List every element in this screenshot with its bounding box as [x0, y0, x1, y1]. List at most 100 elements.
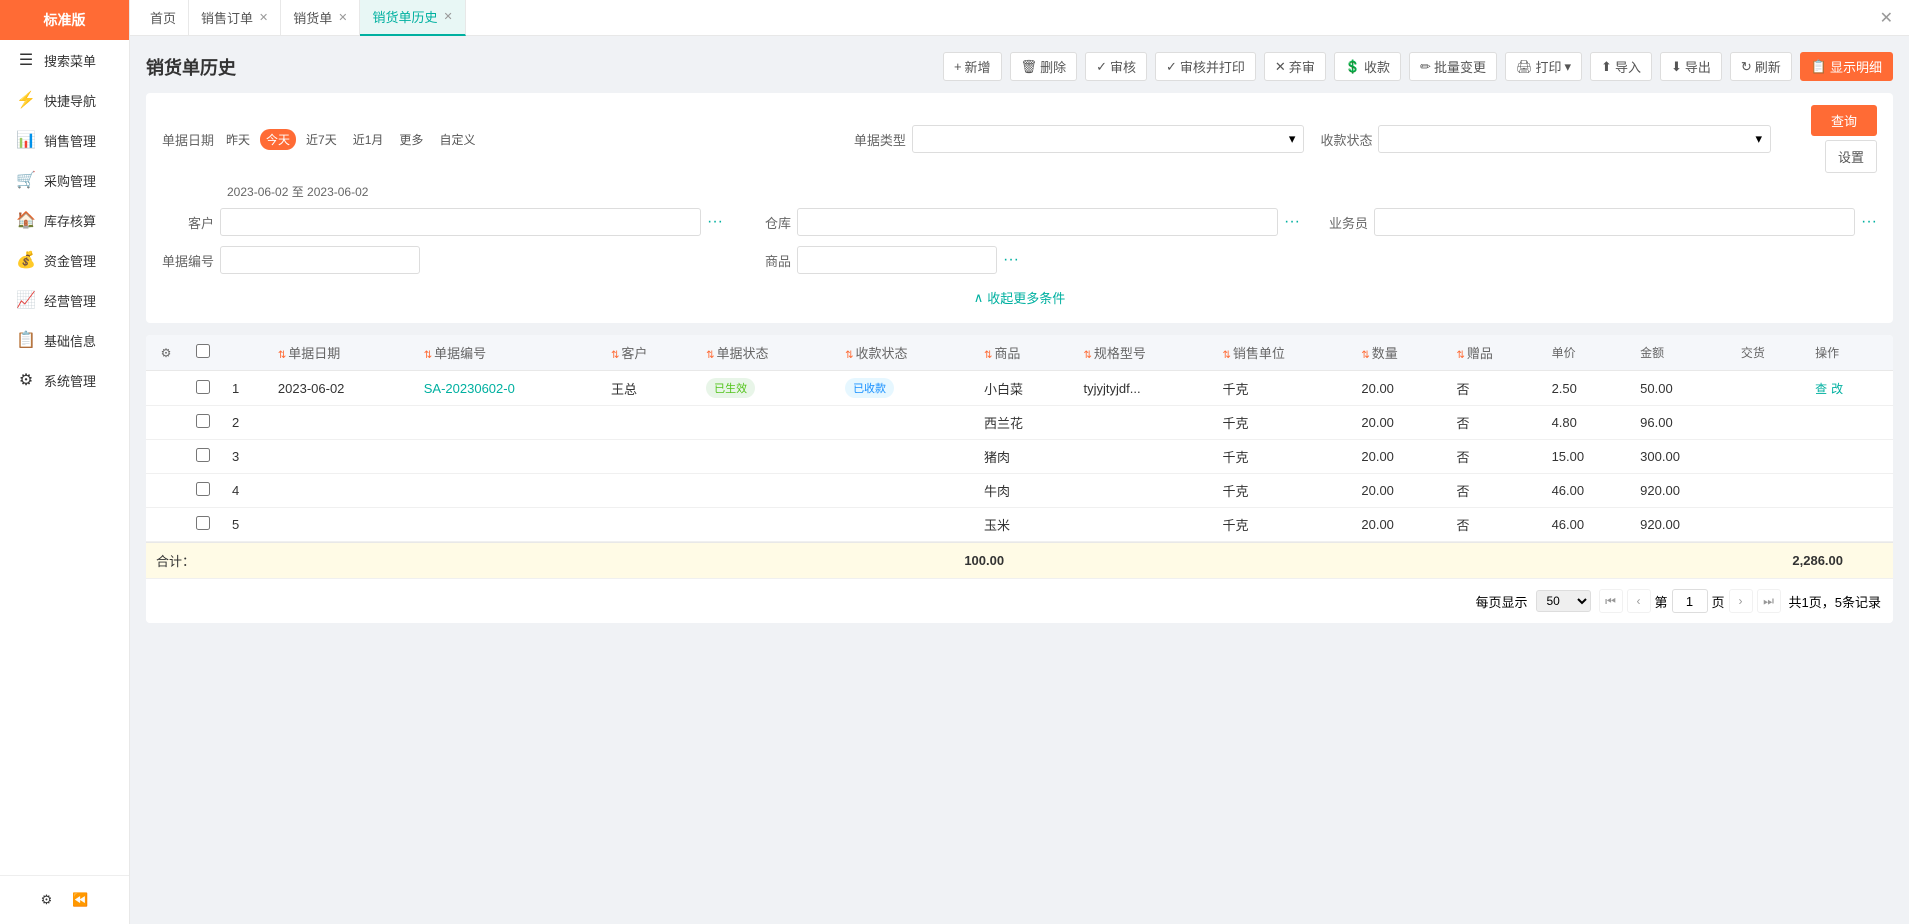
- first-page-button[interactable]: ⏮: [1599, 589, 1623, 613]
- print-button[interactable]: 🖨 打印 ▾: [1505, 52, 1582, 81]
- gift-sort-icon: ⇅: [1456, 350, 1464, 361]
- action-link[interactable]: 改: [1831, 382, 1843, 396]
- collapse-icon[interactable]: ⏪: [72, 892, 88, 908]
- row-amount: 300.00: [1630, 440, 1731, 474]
- import-button[interactable]: ⬆ 导入: [1590, 52, 1652, 81]
- row-num: 4: [222, 474, 268, 508]
- sidebar-item-sales[interactable]: 📊 销售管理: [0, 120, 129, 160]
- batch-change-button[interactable]: ✏ 批量变更: [1409, 52, 1497, 81]
- refresh-button[interactable]: ↻ 刷新: [1730, 52, 1792, 81]
- th-product[interactable]: ⇅商品: [974, 335, 1074, 371]
- th-date[interactable]: ⇅单据日期: [268, 335, 414, 371]
- page-size-select[interactable]: 20 50 100: [1536, 590, 1591, 612]
- customer-input[interactable]: [220, 208, 701, 236]
- doc-no-link[interactable]: SA-20230602-0: [424, 381, 515, 396]
- batch-change-label: 批量变更: [1434, 57, 1486, 76]
- row-checkbox-cell[interactable]: [186, 474, 222, 508]
- date-tag-custom[interactable]: 自定义: [433, 129, 481, 150]
- query-button[interactable]: 查询: [1811, 105, 1877, 136]
- row-checkbox[interactable]: [196, 516, 210, 530]
- sidebar-item-search[interactable]: ☰ 搜索菜单: [0, 40, 129, 80]
- next-page-button[interactable]: ›: [1729, 589, 1753, 613]
- row-checkbox-cell[interactable]: [186, 371, 222, 406]
- date-tag-yesterday[interactable]: 昨天: [220, 129, 256, 150]
- tab-sales-delivery-close[interactable]: ✕: [338, 11, 347, 24]
- settings-icon[interactable]: ⚙: [41, 892, 53, 908]
- filter-date: 单据日期 昨天 今天 近7天 近1月 更多 自定义: [162, 129, 838, 150]
- sidebar-item-basic[interactable]: 📋 基础信息: [0, 320, 129, 360]
- th-unit[interactable]: ⇅销售单位: [1212, 335, 1351, 371]
- row-spec: [1074, 440, 1213, 474]
- date-tag-7days[interactable]: 近7天: [300, 129, 343, 150]
- row-checkbox[interactable]: [196, 482, 210, 496]
- row-customer: 王总: [601, 371, 696, 406]
- date-tag-1month[interactable]: 近1月: [347, 129, 390, 150]
- th-spec[interactable]: ⇅规格型号: [1074, 335, 1213, 371]
- last-page-button[interactable]: ⏭: [1757, 589, 1781, 613]
- receive-button[interactable]: 💲 收款: [1334, 52, 1401, 81]
- search-icon: ☰: [16, 50, 36, 70]
- date-tag-more[interactable]: 更多: [393, 129, 429, 150]
- th-doc-status[interactable]: ⇅单据状态: [696, 335, 835, 371]
- payment-status-select[interactable]: ▾: [1378, 125, 1771, 153]
- tab-sales-history[interactable]: 销货单历史 ✕: [360, 0, 465, 36]
- product-input[interactable]: [797, 246, 997, 274]
- sidebar-item-finance[interactable]: 💰 资金管理: [0, 240, 129, 280]
- data-table-wrap: ⚙ ⇅单据日期 ⇅单据编号 ⇅客户 ⇅单据状态 ⇅收款状态 ⇅商品 ⇅规格型号 …: [146, 335, 1893, 623]
- export-button[interactable]: ⬇ 导出: [1660, 52, 1722, 81]
- prev-page-button[interactable]: ‹: [1627, 589, 1651, 613]
- th-gift[interactable]: ⇅赠品: [1446, 335, 1541, 371]
- doc-type-select[interactable]: ▾: [912, 125, 1305, 153]
- sidebar-bottom-actions[interactable]: ⚙ ⏪: [0, 884, 129, 916]
- sidebar-item-purchase[interactable]: 🛒 采购管理: [0, 160, 129, 200]
- row-doc-no: [414, 474, 601, 508]
- settings-button[interactable]: 设置: [1825, 140, 1877, 173]
- purchase-icon: 🛒: [16, 170, 36, 190]
- th-doc-no[interactable]: ⇅单据编号: [414, 335, 601, 371]
- sidebar-item-system[interactable]: ⚙ 系统管理: [0, 360, 129, 400]
- salesperson-browse-icon[interactable]: ···: [1861, 213, 1877, 231]
- tab-sales-order-close[interactable]: ✕: [259, 11, 268, 24]
- warehouse-browse-icon[interactable]: ···: [1284, 213, 1300, 231]
- row-checkbox-cell[interactable]: [186, 406, 222, 440]
- show-detail-button[interactable]: 📋 显示明细: [1800, 52, 1893, 81]
- row-doc-status: [696, 440, 835, 474]
- row-checkbox[interactable]: [196, 448, 210, 462]
- product-browse-icon[interactable]: ···: [1003, 251, 1019, 269]
- abandon-icon: ✕: [1275, 59, 1286, 75]
- tab-home[interactable]: 首页: [138, 0, 189, 36]
- tab-sales-delivery[interactable]: 销货单 ✕: [281, 0, 360, 36]
- customer-browse-icon[interactable]: ···: [707, 213, 723, 231]
- page-number-input[interactable]: [1672, 589, 1708, 613]
- delete-button[interactable]: 🗑 删除: [1010, 52, 1078, 81]
- sidebar-item-quicknav[interactable]: ⚡ 快捷导航: [0, 80, 129, 120]
- action-link[interactable]: 查: [1815, 382, 1827, 396]
- tab-sales-history-close[interactable]: ✕: [444, 10, 453, 23]
- row-checkbox[interactable]: [196, 414, 210, 428]
- audit-button[interactable]: ✓ 审核: [1085, 52, 1147, 81]
- th-qty[interactable]: ⇅数量: [1351, 335, 1446, 371]
- page-label: 第: [1655, 592, 1668, 611]
- tab-sales-order[interactable]: 销售订单 ✕: [189, 0, 281, 36]
- row-checkbox[interactable]: [196, 380, 210, 394]
- abandon-button[interactable]: ✕ 弃审: [1264, 52, 1326, 81]
- new-button[interactable]: + 新增: [943, 52, 1002, 81]
- date-tag-today[interactable]: 今天: [260, 129, 296, 150]
- warehouse-input[interactable]: [797, 208, 1278, 236]
- sidebar-item-operation[interactable]: 📈 经营管理: [0, 280, 129, 320]
- row-checkbox-cell[interactable]: [186, 440, 222, 474]
- row-customer: [601, 440, 696, 474]
- th-checkbox[interactable]: [186, 335, 222, 371]
- sidebar-item-inventory[interactable]: 🏠 库存核算: [0, 200, 129, 240]
- th-pay-status[interactable]: ⇅收款状态: [835, 335, 974, 371]
- tab-bar-close-all[interactable]: ✕: [1872, 8, 1901, 28]
- audit-print-button[interactable]: ✓ 审核并打印: [1155, 52, 1256, 81]
- doc-number-input[interactable]: [220, 246, 420, 274]
- th-customer[interactable]: ⇅客户: [601, 335, 696, 371]
- row-checkbox-cell[interactable]: [186, 508, 222, 542]
- salesperson-input[interactable]: [1374, 208, 1855, 236]
- select-all-checkbox[interactable]: [196, 344, 210, 358]
- th-settings[interactable]: ⚙: [146, 335, 186, 371]
- sidebar-item-label: 库存核算: [44, 211, 96, 230]
- collapse-button[interactable]: ∧ 收起更多条件: [162, 284, 1877, 311]
